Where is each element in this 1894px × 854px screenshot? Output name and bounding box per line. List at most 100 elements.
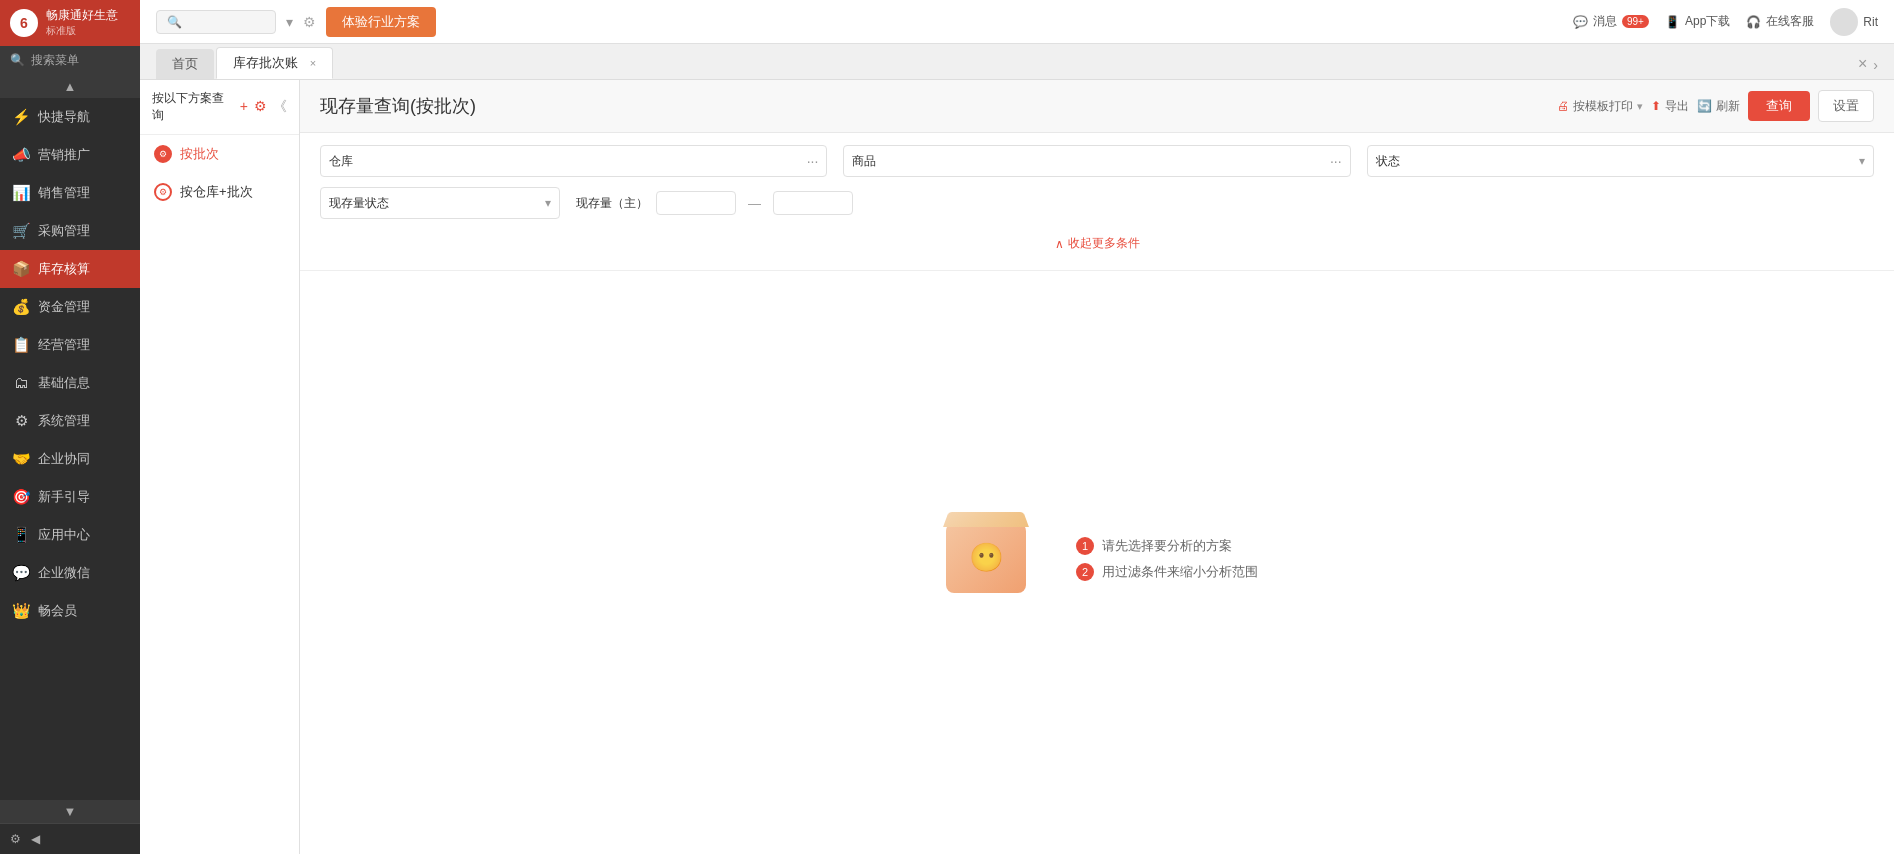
page-title: 现存量查询(按批次) — [320, 94, 476, 118]
customer-service-group[interactable]: 🎧 在线客服 — [1746, 13, 1814, 30]
print-dropdown-icon[interactable]: ▾ — [1637, 100, 1643, 113]
messages-group[interactable]: 💬 消息 99+ — [1573, 13, 1649, 30]
messages-label: 消息 — [1593, 13, 1617, 30]
goods-filter[interactable]: 商品 ··· — [843, 145, 1350, 177]
tip-num-2: 2 — [1076, 563, 1094, 581]
export-btn[interactable]: ⬆ 导出 — [1651, 98, 1689, 115]
stock-status-label: 现存量状态 — [329, 195, 545, 212]
refresh-btn[interactable]: 🔄 刷新 — [1697, 98, 1740, 115]
warehouse-dots[interactable]: ··· — [807, 153, 819, 169]
goods-input[interactable] — [882, 154, 1330, 168]
query-btn[interactable]: 查询 — [1748, 91, 1810, 121]
sidebar-scroll-down[interactable]: ▼ — [0, 800, 140, 823]
stock-qty-max-input[interactable] — [773, 191, 853, 215]
messages-badge: 99+ — [1622, 15, 1649, 28]
stock-qty-group: 现存量（主） — — [576, 191, 1874, 215]
status-filter[interactable]: 状态 ▾ — [1367, 145, 1874, 177]
sidebar-item-member[interactable]: 👑 畅会员 — [0, 592, 140, 630]
sidebar-item-sales[interactable]: 📊 销售管理 — [0, 174, 140, 212]
sidebar-item-basic[interactable]: 🗂 基础信息 — [0, 364, 140, 402]
plan-item-warehouse-batch[interactable]: ⚙ 按仓库+批次 — [140, 173, 299, 211]
stock-qty-dash: — — [748, 196, 761, 211]
topbar-search[interactable]: 🔍 — [156, 10, 276, 34]
topbar-search-icon: 🔍 — [167, 15, 182, 29]
sidebar-item-label: 企业微信 — [38, 564, 90, 582]
plan-icon-warehouse-batch: ⚙ — [154, 183, 172, 201]
topbar-gear-icon[interactable]: ⚙ — [303, 14, 316, 30]
avatar — [1830, 8, 1858, 36]
app-download-group[interactable]: 📱 App下载 — [1665, 13, 1730, 30]
sidebar-search-label: 搜索菜单 — [31, 52, 79, 69]
left-panel-header: 按以下方案查询 + ⚙ 《 — [140, 80, 299, 135]
goods-dots[interactable]: ··· — [1330, 153, 1342, 169]
plan-item-batch[interactable]: ⚙ 按批次 — [140, 135, 299, 173]
stock-qty-min-input[interactable] — [656, 191, 736, 215]
sidebar-scroll-up[interactable]: ▲ — [0, 75, 140, 98]
sidebar-item-finance[interactable]: 💰 资金管理 — [0, 288, 140, 326]
collapse-filter-row[interactable]: ∧ 收起更多条件 — [320, 229, 1874, 258]
add-plan-icon[interactable]: + — [240, 98, 248, 116]
empty-box: 😶 — [946, 523, 1026, 593]
trial-btn[interactable]: 体验行业方案 — [326, 7, 436, 37]
stock-status-filter[interactable]: 现存量状态 ▾ — [320, 187, 560, 219]
sidebar-item-label: 资金管理 — [38, 298, 90, 316]
tab-close-icon[interactable]: × — [310, 57, 316, 69]
tab-home[interactable]: 首页 — [156, 49, 214, 79]
content-area: 按以下方案查询 + ⚙ 《 ⚙ 按批次 ⚙ 按仓库+批次 现存量查询(按批次) — [140, 80, 1894, 854]
tab-home-label: 首页 — [172, 56, 198, 71]
sidebar-item-system[interactable]: ⚙ 系统管理 — [0, 402, 140, 440]
tab-batch-account[interactable]: 库存批次账 × — [216, 47, 333, 79]
sidebar-item-newbie[interactable]: 🎯 新手引导 — [0, 478, 140, 516]
print-btn[interactable]: 🖨 按模板打印 ▾ — [1557, 98, 1643, 115]
tip-num-1: 1 — [1076, 537, 1094, 555]
sidebar-item-wechat[interactable]: 💬 企业微信 — [0, 554, 140, 592]
sidebar-item-label: 库存核算 — [38, 260, 90, 278]
customer-service-label: 在线客服 — [1766, 13, 1814, 30]
wechat-icon: 💬 — [12, 564, 30, 582]
sidebar-item-marketing[interactable]: 📣 营销推广 — [0, 136, 140, 174]
stock-qty-label: 现存量（主） — [576, 195, 648, 212]
settings-footer-btn[interactable]: ⚙ — [10, 832, 21, 846]
empty-tips: 1 请先选择要分析的方案 2 用过滤条件来缩小分析范围 — [1076, 537, 1258, 589]
sidebar-search[interactable]: 🔍 搜索菜单 — [0, 46, 140, 75]
app-download-label: App下载 — [1685, 13, 1730, 30]
warehouse-label: 仓库 — [329, 153, 353, 170]
warehouse-input[interactable] — [359, 154, 807, 168]
settings-btn[interactable]: 设置 — [1818, 90, 1874, 122]
search-icon: 🔍 — [10, 53, 25, 67]
main-area: 🔍 ▾ ⚙ 体验行业方案 💬 消息 99+ 📱 App下载 🎧 在线客服 Rit — [140, 0, 1894, 854]
sidebar-item-appstore[interactable]: 📱 应用中心 — [0, 516, 140, 554]
purchase-icon: 🛒 — [12, 222, 30, 240]
tab-chevron-icon[interactable]: › — [1873, 57, 1878, 73]
filter-row-1: 仓库 ··· 商品 ··· 状态 ▾ — [320, 145, 1874, 177]
empty-state: 😶 1 请先选择要分析的方案 2 用过滤条件来缩小分析范围 — [300, 271, 1894, 854]
plan-settings-icon[interactable]: ⚙ — [254, 98, 267, 116]
app-logo: 6 — [10, 9, 38, 37]
topbar-dropdown-icon[interactable]: ▾ — [286, 14, 293, 30]
app-title: 畅康通好生意 — [46, 8, 118, 24]
sidebar-item-label: 销售管理 — [38, 184, 90, 202]
left-panel-actions: + ⚙ 《 — [240, 98, 287, 116]
finance-icon: 💰 — [12, 298, 30, 316]
refresh-label: 刷新 — [1716, 98, 1740, 115]
collapse-panel-icon[interactable]: 《 — [273, 98, 287, 116]
refresh-icon: 🔄 — [1697, 99, 1712, 113]
sidebar-footer: ⚙ ◀ — [0, 823, 140, 854]
collapse-sidebar-btn[interactable]: ◀ — [31, 832, 40, 846]
empty-tip-2: 2 用过滤条件来缩小分析范围 — [1076, 563, 1258, 581]
sidebar-item-label: 经营管理 — [38, 336, 90, 354]
sidebar-item-label: 企业协同 — [38, 450, 90, 468]
user-group[interactable]: Rit — [1830, 8, 1878, 36]
tip-text-2: 用过滤条件来缩小分析范围 — [1102, 563, 1258, 581]
sidebar-item-operations[interactable]: 📋 经营管理 — [0, 326, 140, 364]
warehouse-filter[interactable]: 仓库 ··· — [320, 145, 827, 177]
sidebar-item-inventory[interactable]: 📦 库存核算 — [0, 250, 140, 288]
sidebar-header: 6 畅康通好生意 标准版 — [0, 0, 140, 46]
sales-icon: 📊 — [12, 184, 30, 202]
sidebar-item-shortcut[interactable]: ⚡ 快捷导航 — [0, 98, 140, 136]
sidebar-item-purchase[interactable]: 🛒 采购管理 — [0, 212, 140, 250]
sidebar-item-enterprise[interactable]: 🤝 企业协同 — [0, 440, 140, 478]
status-arrow: ▾ — [1859, 154, 1865, 168]
marketing-icon: 📣 — [12, 146, 30, 164]
tab-close-btn[interactable]: × — [1858, 55, 1867, 73]
